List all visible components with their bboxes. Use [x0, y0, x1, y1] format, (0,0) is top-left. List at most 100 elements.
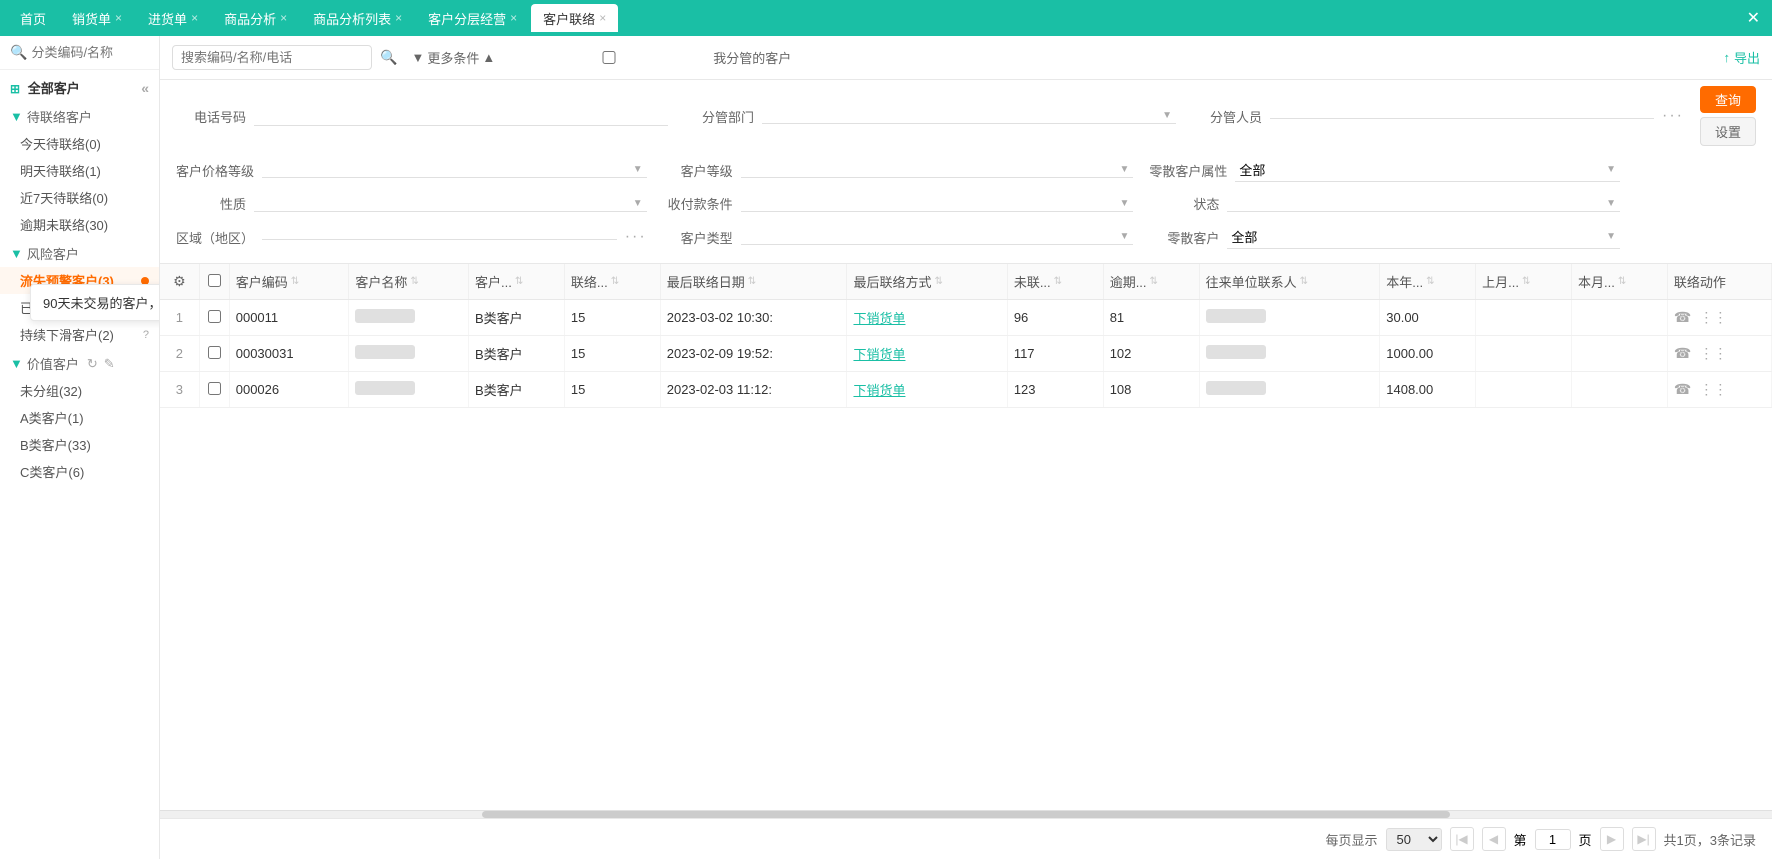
query-button[interactable]: 查询 — [1700, 86, 1756, 113]
next-page-button[interactable]: ▶ — [1600, 827, 1624, 851]
row-last-month-2 — [1476, 372, 1572, 408]
row-last-date-2: 2023-02-03 11:12: — [660, 372, 847, 408]
search-input[interactable] — [172, 45, 372, 70]
close-icon[interactable]: × — [599, 11, 606, 25]
dept-field: 分管部门 ▼ — [684, 107, 1176, 126]
price-level-select[interactable]: ▼ — [262, 162, 647, 178]
phone-input[interactable] — [254, 106, 668, 126]
action-more-icon-1[interactable]: ⋮⋮ — [1699, 345, 1727, 362]
per-page-select[interactable]: 50 100 200 — [1386, 828, 1442, 851]
data-table: ⚙ 客户编码⇅ 客户名称⇅ 客户...⇅ — [160, 264, 1772, 408]
zero-attr-select[interactable]: 全部 ▼ — [1235, 158, 1620, 182]
person-select[interactable] — [1270, 114, 1654, 119]
row-checkbox-0[interactable] — [208, 310, 221, 323]
th-last-contact-way[interactable]: 最后联络方式⇅ — [847, 264, 1007, 300]
all-customers-header[interactable]: ⊞ 全部客户 « — [0, 70, 159, 101]
th-overdue[interactable]: 逾期...⇅ — [1103, 264, 1199, 300]
th-not-contact[interactable]: 未联...⇅ — [1007, 264, 1103, 300]
region-select[interactable] — [262, 235, 617, 240]
action-contact-icon-0[interactable]: ☎ — [1674, 309, 1691, 326]
th-type[interactable]: 客户...⇅ — [468, 264, 564, 300]
sidebar-search-input[interactable] — [31, 45, 160, 60]
select-all-checkbox[interactable] — [208, 274, 221, 287]
action-more-icon-2[interactable]: ⋮⋮ — [1699, 381, 1727, 398]
sidebar-item-class-a[interactable]: A类客户(1) — [0, 404, 159, 431]
row-checkbox-cell-1 — [199, 336, 229, 372]
sidebar-item-declining[interactable]: 持续下滑客户(2) ? — [0, 321, 159, 348]
pagination-bar: 每页显示 50 100 200 |◀ ◀ 第 页 ▶ ▶| 共1页，3条记录 — [160, 818, 1772, 859]
sidebar: 🔍 ⊞ 全部客户 « ▼ 待联络客户 今天待联络(0) 明天待联络(1) 近7天… — [0, 36, 160, 859]
settings-button[interactable]: 设置 — [1700, 117, 1756, 146]
close-icon[interactable]: × — [510, 11, 517, 25]
export-button[interactable]: ↑ 导出 — [1723, 48, 1760, 67]
settings-icon[interactable]: ⚙ — [173, 273, 186, 289]
scrollbar-thumb[interactable] — [482, 811, 1449, 818]
cust-level-select[interactable]: ▼ — [741, 162, 1134, 178]
tab-purchase-order[interactable]: 进货单 × — [136, 4, 210, 32]
more-conditions-button[interactable]: ▼ 更多条件 ▲ — [405, 44, 501, 71]
row-checkbox-1[interactable] — [208, 346, 221, 359]
th-code[interactable]: 客户编码⇅ — [229, 264, 349, 300]
tab-product-analysis-list[interactable]: 商品分析列表 × — [301, 4, 414, 32]
close-icon[interactable]: × — [395, 11, 402, 25]
tab-sales-label: 销货单 — [72, 9, 111, 28]
refresh-icon[interactable]: ↻ — [87, 356, 98, 372]
th-settings[interactable]: ⚙ — [160, 264, 199, 300]
export-label: 导出 — [1734, 48, 1760, 67]
more-dots-icon2[interactable]: ··· — [625, 228, 647, 246]
collapse-button[interactable]: « — [141, 80, 149, 96]
more-dots-icon1[interactable]: ··· — [1662, 107, 1684, 125]
tab-sales-order[interactable]: 销货单 × — [60, 4, 134, 32]
row-checkbox-cell-2 — [199, 372, 229, 408]
tab-homepage[interactable]: 首页 — [8, 4, 58, 32]
th-this-month[interactable]: 本月...⇅ — [1572, 264, 1668, 300]
first-page-button[interactable]: |◀ — [1450, 827, 1474, 851]
status-label: 状态 — [1149, 194, 1219, 213]
sidebar-item-class-b[interactable]: B类客户(33) — [0, 431, 159, 458]
page-number-input[interactable] — [1535, 829, 1571, 850]
th-contact[interactable]: 联络...⇅ — [564, 264, 660, 300]
tab-customer-contact[interactable]: 客户联络 × — [531, 4, 618, 32]
th-unit-contact[interactable]: 往来单位联系人⇅ — [1199, 264, 1380, 300]
sidebar-group-value[interactable]: ▼ 价值客户 ↻ ✎ — [0, 348, 159, 377]
close-icon[interactable]: × — [191, 11, 198, 25]
edit-icon[interactable]: ✎ — [104, 356, 115, 372]
th-name[interactable]: 客户名称⇅ — [349, 264, 469, 300]
close-all-tabs-button[interactable]: ✕ — [1743, 4, 1764, 32]
close-icon[interactable]: × — [280, 11, 287, 25]
th-last-month[interactable]: 上月...⇅ — [1476, 264, 1572, 300]
sidebar-group-risk[interactable]: ▼ 风险客户 — [0, 238, 159, 267]
action-contact-icon-1[interactable]: ☎ — [1674, 345, 1691, 362]
sidebar-item-ungrouped[interactable]: 未分组(32) — [0, 377, 159, 404]
cust-type-select[interactable]: ▼ — [741, 229, 1134, 245]
nature-select[interactable]: ▼ — [254, 196, 647, 212]
sidebar-item-7days[interactable]: 近7天待联络(0) — [0, 184, 159, 211]
filter-search-icon[interactable]: 🔍 — [380, 49, 397, 66]
sidebar-item-class-c[interactable]: C类客户(6) — [0, 458, 159, 485]
th-last-contact-date[interactable]: 最后联络日期⇅ — [660, 264, 847, 300]
sort-icon4: ⇅ — [611, 276, 619, 287]
sidebar-item-tomorrow[interactable]: 明天待联络(1) — [0, 157, 159, 184]
action-contact-icon-2[interactable]: ☎ — [1674, 381, 1691, 398]
dept-select[interactable]: ▼ — [762, 108, 1176, 124]
my-customers-checkbox-label[interactable]: 我分管的客户 — [509, 48, 791, 67]
prev-page-button[interactable]: ◀ — [1482, 827, 1506, 851]
tab-product-analysis[interactable]: 商品分析 × — [212, 4, 299, 32]
sidebar-item-overdue[interactable]: 逾期未联络(30) — [0, 211, 159, 238]
action-more-icon-0[interactable]: ⋮⋮ — [1699, 309, 1727, 326]
payment-select[interactable]: ▼ — [741, 196, 1134, 212]
th-current-year[interactable]: 本年...⇅ — [1380, 264, 1476, 300]
last-page-button[interactable]: ▶| — [1632, 827, 1656, 851]
row-checkbox-2[interactable] — [208, 382, 221, 395]
tab-customer-segment[interactable]: 客户分层经营 × — [416, 4, 529, 32]
zero-retail-select[interactable]: 全部 ▼ — [1227, 225, 1620, 249]
status-select[interactable]: ▼ — [1227, 196, 1620, 212]
row-action-0: ☎ ⋮⋮ — [1667, 300, 1771, 336]
filter-actions: 查询 设置 — [1700, 86, 1756, 146]
row-name-1 — [349, 336, 469, 372]
sidebar-item-today[interactable]: 今天待联络(0) — [0, 130, 159, 157]
close-icon[interactable]: × — [115, 11, 122, 25]
sidebar-group-pending[interactable]: ▼ 待联络客户 — [0, 101, 159, 130]
my-customers-checkbox[interactable] — [509, 51, 709, 64]
th-type-label: 客户... — [475, 272, 512, 291]
